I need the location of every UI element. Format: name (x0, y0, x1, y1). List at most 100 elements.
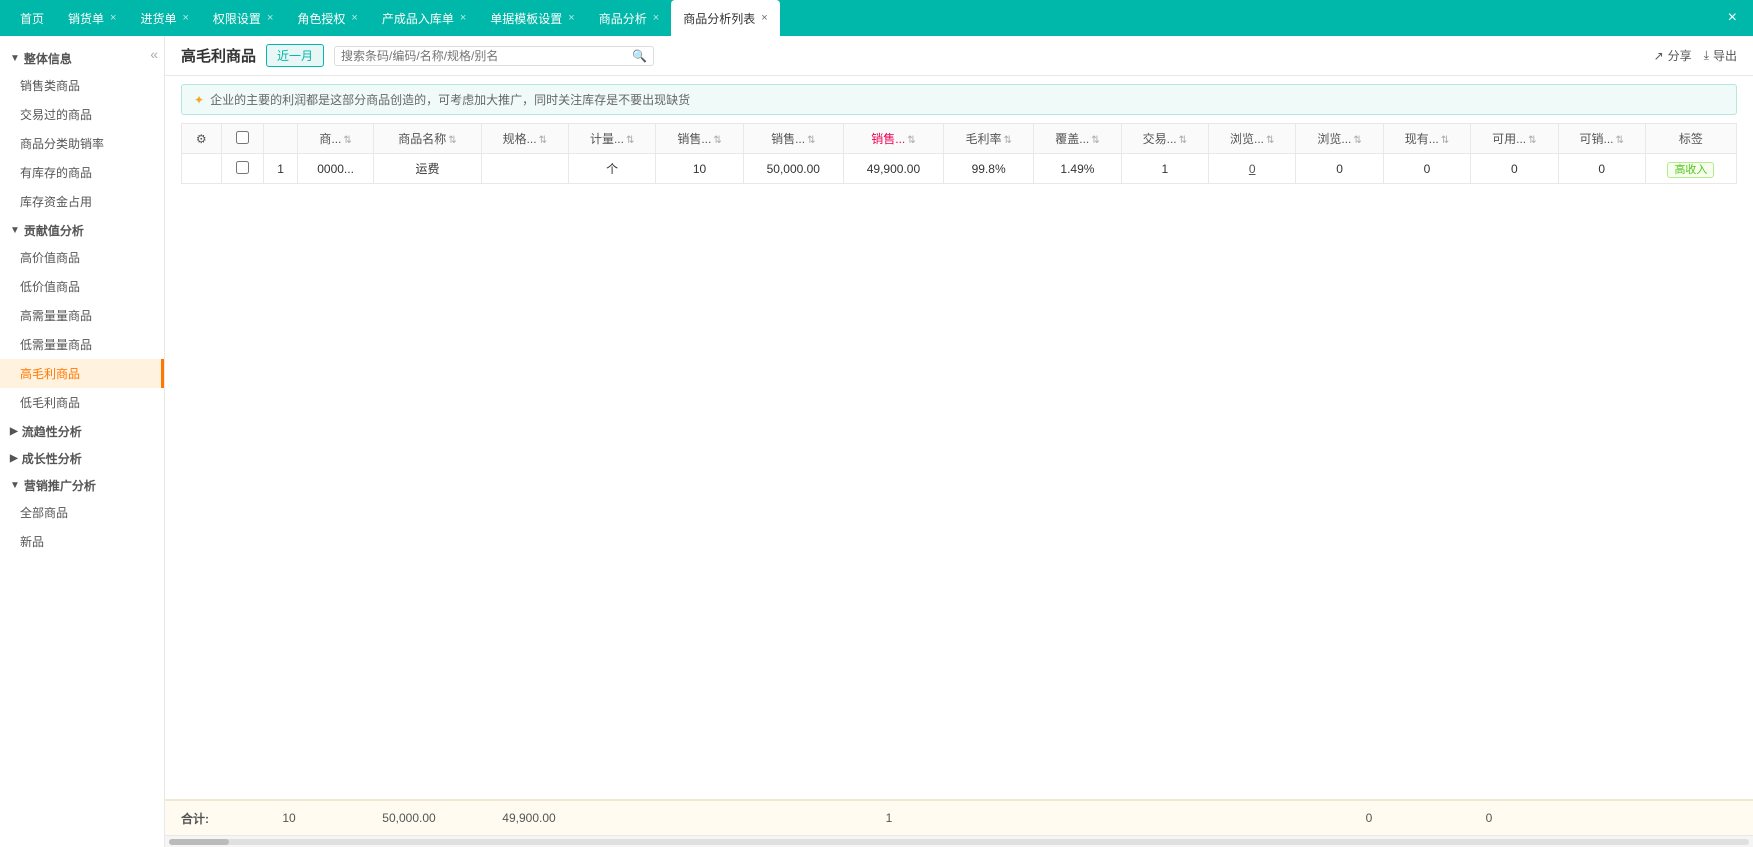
filter-recent-month-button[interactable]: 近一月 (266, 44, 324, 67)
footer-trade-count: 1 (849, 811, 929, 825)
export-button[interactable]: ⤓ 导出 (1704, 47, 1737, 64)
footer-browse1: 0 (1329, 811, 1409, 825)
sidebar-item-low-demand[interactable]: 低需量量商品 (0, 330, 164, 359)
tab-sales[interactable]: 销货单 × (56, 0, 128, 36)
row-sales-cost: 49,900.00 (843, 154, 943, 184)
sidebar-item-sales-goods[interactable]: 销售类商品 (0, 71, 164, 100)
table-row: 1 0000... 运费 个 10 50,000.00 49,900.00 99… (182, 154, 1737, 184)
row-sales-amount: 50,000.00 (743, 154, 843, 184)
col-settings[interactable]: ⚙ (182, 124, 222, 154)
sidebar-item-goods-conversion[interactable]: 商品分类助销率 (0, 129, 164, 158)
row-available-stock: 0 (1471, 154, 1558, 184)
row-checkbox (221, 154, 264, 184)
col-browse1[interactable]: 浏览...⇅ (1209, 124, 1296, 154)
close-product-analysis-list-tab[interactable]: × (761, 12, 767, 24)
tab-product-entry[interactable]: 产成品入库单 × (370, 0, 478, 36)
sidebar-item-new-goods[interactable]: 新品 (0, 527, 164, 556)
info-banner: ✦ 企业的主要的利润都是这部分商品创造的，可考虑加大推广，同时关注库存是不要出现… (181, 84, 1737, 115)
col-checkbox (221, 124, 264, 154)
col-coverage[interactable]: 覆盖...⇅ (1034, 124, 1121, 154)
row-browse1[interactable]: 0 (1209, 154, 1296, 184)
sidebar-item-inventory-occupy[interactable]: 库存资金占用 (0, 187, 164, 216)
tab-template-settings[interactable]: 单据模板设置 × (478, 0, 586, 36)
row-code: 0000... (297, 154, 373, 184)
sidebar-item-low-margin[interactable]: 低毛利商品 (0, 388, 164, 417)
col-current-stock[interactable]: 现有...⇅ (1383, 124, 1470, 154)
main-layout: « ▼ 整体信息 销售类商品 交易过的商品 商品分类助销率 有库存的商品 库存资… (0, 36, 1753, 847)
col-code[interactable]: 商...⇅ (297, 124, 373, 154)
sidebar-item-inventory-goods[interactable]: 有库存的商品 (0, 158, 164, 187)
arrow-collapsed-icon: ▶ (10, 426, 18, 437)
sidebar-item-high-margin[interactable]: 高毛利商品 (0, 359, 164, 388)
table-container[interactable]: ⚙ 商...⇅ 商品名称⇅ 规格...⇅ 计量...⇅ 销售...⇅ 销售...… (165, 123, 1753, 799)
footer-label: 合计: (181, 810, 209, 827)
close-template-settings-tab[interactable]: × (568, 12, 574, 24)
tab-product-analysis[interactable]: 商品分析 × (587, 0, 671, 36)
footer-available-stock: 0 (1449, 811, 1529, 825)
row-gross-margin: 99.8% (944, 154, 1034, 184)
close-permission-settings-tab[interactable]: × (267, 12, 273, 24)
row-saleable-stock: 0 (1558, 154, 1645, 184)
col-available-stock[interactable]: 可用...⇅ (1471, 124, 1558, 154)
footer-sales-amount: 50,000.00 (369, 811, 449, 825)
col-spec[interactable]: 规格...⇅ (481, 124, 568, 154)
sidebar-item-high-demand[interactable]: 高需量量商品 (0, 301, 164, 330)
horizontal-scrollbar[interactable] (165, 835, 1753, 847)
share-button[interactable]: ↗ 分享 (1654, 47, 1692, 64)
scrollbar-track (169, 839, 1749, 845)
browse1-link[interactable]: 0 (1249, 162, 1256, 176)
header-actions: ↗ 分享 ⤓ 导出 (1654, 47, 1737, 64)
row-name: 运费 (374, 154, 481, 184)
close-role-permission-tab[interactable]: × (351, 12, 357, 24)
tab-permission-settings[interactable]: 权限设置 × (201, 0, 285, 36)
col-sales-amount[interactable]: 销售...⇅ (743, 124, 843, 154)
table-footer: 合计: 10 50,000.00 49,900.00 1 0 0 (165, 799, 1753, 835)
col-name[interactable]: 商品名称⇅ (374, 124, 481, 154)
sidebar-collapse-button[interactable]: « (150, 46, 158, 62)
sidebar-item-all-goods[interactable]: 全部商品 (0, 498, 164, 527)
col-browse2[interactable]: 浏览...⇅ (1296, 124, 1383, 154)
col-trade-count[interactable]: 交易...⇅ (1121, 124, 1208, 154)
sidebar-group-wealth-analysis[interactable]: ▼ 贡献值分析 (0, 216, 164, 243)
arrow-collapsed-icon: ▶ (10, 453, 18, 464)
sidebar-group-overall-info[interactable]: ▼ 整体信息 (0, 44, 164, 71)
close-product-analysis-tab[interactable]: × (653, 12, 659, 24)
sidebar-group-trend-analysis[interactable]: ▶ 流趋性分析 (0, 417, 164, 444)
content-area: 高毛利商品 近一月 🔍 ↗ 分享 ⤓ 导出 ✦ 企业的主要的利润都是这部分商品创… (165, 36, 1753, 847)
sidebar: « ▼ 整体信息 销售类商品 交易过的商品 商品分类助销率 有库存的商品 库存资… (0, 36, 165, 847)
row-sales-qty: 10 (656, 154, 743, 184)
row-coverage: 1.49% (1034, 154, 1121, 184)
close-purchase-tab[interactable]: × (182, 12, 188, 24)
tab-home[interactable]: 首页 (8, 0, 56, 36)
sidebar-item-traded-goods[interactable]: 交易过的商品 (0, 100, 164, 129)
scrollbar-thumb[interactable] (169, 839, 229, 845)
tab-role-permission[interactable]: 角色授权 × (285, 0, 369, 36)
search-input[interactable] (341, 49, 628, 63)
select-all-checkbox[interactable] (236, 131, 249, 144)
row-unit: 个 (568, 154, 655, 184)
sidebar-group-marketing-analysis[interactable]: ▼ 营销推广分析 (0, 471, 164, 498)
tag-badge: 高收入 (1667, 162, 1714, 178)
tab-product-analysis-list[interactable]: 商品分析列表 × (671, 0, 779, 36)
top-nav: 首页 销货单 × 进货单 × 权限设置 × 角色授权 × 产成品入库单 × 单据… (0, 0, 1753, 36)
content-header: 高毛利商品 近一月 🔍 ↗ 分享 ⤓ 导出 (165, 36, 1753, 76)
window-close-button[interactable]: × (1720, 9, 1745, 27)
sidebar-item-low-value[interactable]: 低价值商品 (0, 272, 164, 301)
col-unit[interactable]: 计量...⇅ (568, 124, 655, 154)
row-select-checkbox[interactable] (236, 161, 249, 174)
row-tag: 高收入 (1645, 154, 1736, 184)
search-icon[interactable]: 🔍 (632, 49, 647, 63)
page-title: 高毛利商品 (181, 45, 256, 66)
close-product-entry-tab[interactable]: × (460, 12, 466, 24)
sidebar-item-high-value[interactable]: 高价值商品 (0, 243, 164, 272)
info-icon: ✦ (194, 93, 204, 107)
tab-purchase[interactable]: 进货单 × (128, 0, 200, 36)
row-browse2: 0 (1296, 154, 1383, 184)
close-sales-tab[interactable]: × (110, 12, 116, 24)
sidebar-group-growth-analysis[interactable]: ▶ 成长性分析 (0, 444, 164, 471)
col-gross-margin[interactable]: 毛利率⇅ (944, 124, 1034, 154)
arrow-icon: ▼ (10, 480, 20, 491)
col-saleable-stock[interactable]: 可销...⇅ (1558, 124, 1645, 154)
col-sales-cost[interactable]: 销售...⇅ (843, 124, 943, 154)
col-sales-qty[interactable]: 销售...⇅ (656, 124, 743, 154)
